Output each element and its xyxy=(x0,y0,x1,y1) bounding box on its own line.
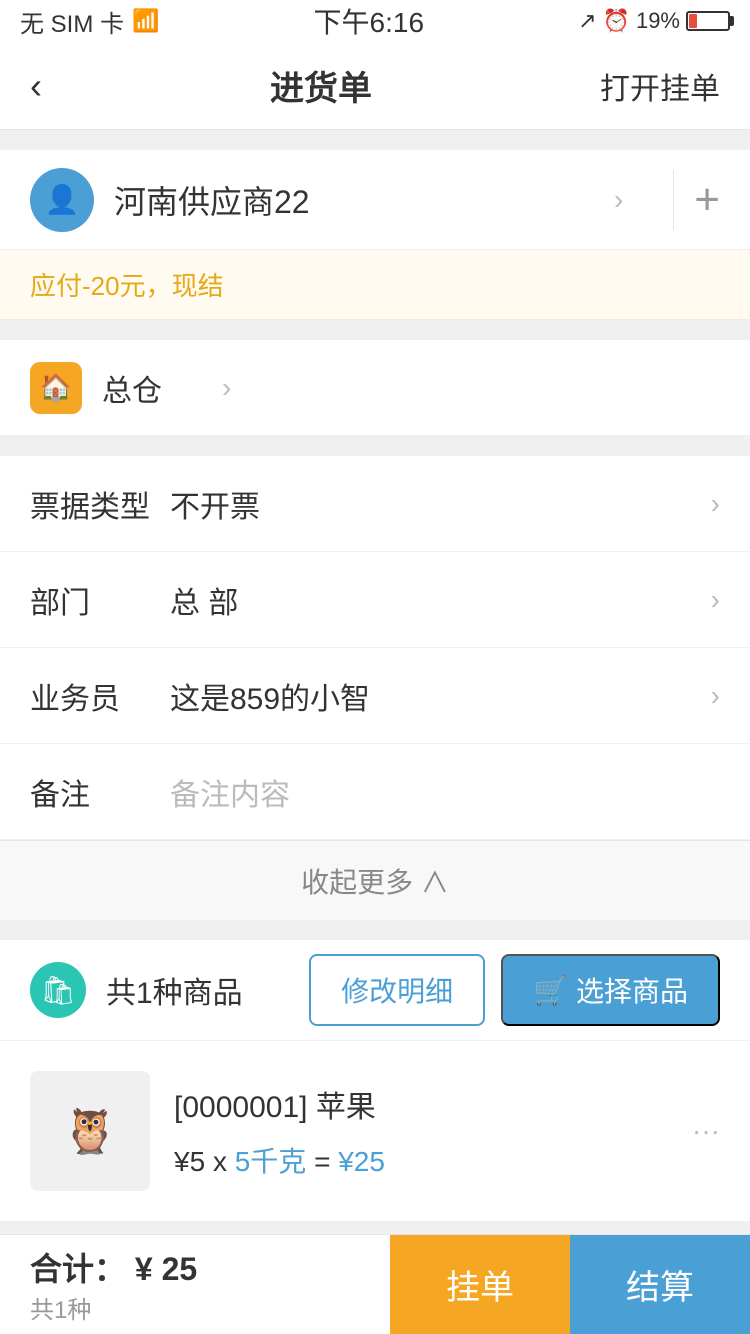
divider xyxy=(673,170,674,230)
location-icon: ↗ xyxy=(578,8,596,34)
battery-percent: 19% xyxy=(636,8,680,34)
price-separator: x xyxy=(213,1146,235,1177)
back-button[interactable]: ‹ xyxy=(30,65,42,107)
bottom-bar: 合计： ¥ 25 共1种 挂单 结算 xyxy=(0,1234,750,1334)
salesman-value: 这是859的小智 xyxy=(150,674,711,718)
section-gap-3 xyxy=(0,436,750,456)
total-label: 合计： xyxy=(30,1251,126,1287)
status-bar: 无 SIM 卡 📶 下午6:16 ↗ ⏰ 19% xyxy=(0,0,750,42)
supplier-row[interactable]: 👤 河南供应商22 › + xyxy=(0,150,750,250)
invoice-chevron-icon: › xyxy=(711,488,720,520)
products-icon: 🛍 xyxy=(30,962,86,1018)
dept-value: 总 部 xyxy=(150,578,711,622)
status-left: 无 SIM 卡 📶 xyxy=(20,4,159,39)
warehouse-icon: 🏠 xyxy=(30,362,82,414)
product-thumb-logo: 🦉 xyxy=(63,1105,118,1157)
product-total: ¥25 xyxy=(338,1146,385,1177)
warehouse-label: 总仓 xyxy=(102,366,222,410)
product-title: 苹果 xyxy=(316,1091,376,1124)
bag-icon: 🛍 xyxy=(40,974,76,1007)
remark-input[interactable]: 备注内容 xyxy=(150,770,720,814)
battery-icon xyxy=(686,11,730,31)
status-right: ↗ ⏰ 19% xyxy=(578,8,730,34)
product-qty: 5千克 xyxy=(235,1146,307,1177)
carrier-text: 无 SIM 卡 xyxy=(20,4,124,39)
status-time: 下午6:16 xyxy=(314,1,425,41)
salesman-row[interactable]: 业务员 这是859的小智 › xyxy=(0,648,750,744)
product-thumbnail: 🦉 xyxy=(30,1071,150,1191)
suspend-button[interactable]: 挂单 xyxy=(390,1235,570,1334)
open-suspend-button[interactable]: 打开挂单 xyxy=(600,64,720,108)
supplier-name: 河南供应商22 xyxy=(114,177,614,223)
edit-detail-button[interactable]: 修改明细 xyxy=(309,954,485,1026)
price-equals: = xyxy=(314,1146,338,1177)
checkout-button[interactable]: 结算 xyxy=(570,1235,750,1334)
unit-price: ¥5 xyxy=(174,1146,205,1177)
invoice-row[interactable]: 票据类型 不开票 › xyxy=(0,456,750,552)
product-more-button[interactable]: ··· xyxy=(692,1115,720,1147)
invoice-value: 不开票 xyxy=(150,482,711,526)
product-item[interactable]: 🦉 [0000001] 苹果 ¥5 x 5千克 = ¥25 ··· xyxy=(0,1040,750,1221)
product-info: [0000001] 苹果 ¥5 x 5千克 = ¥25 xyxy=(174,1082,668,1180)
page-title: 进货单 xyxy=(270,61,372,110)
supplier-avatar: 👤 xyxy=(30,168,94,232)
add-supplier-button[interactable]: + xyxy=(694,175,720,225)
total-section: 合计： ¥ 25 共1种 xyxy=(0,1235,390,1334)
products-count: 共1种商品 xyxy=(106,968,309,1012)
alarm-icon: ⏰ xyxy=(603,8,630,34)
product-name: [0000001] 苹果 xyxy=(174,1082,668,1126)
wifi-icon: 📶 xyxy=(132,8,159,34)
collapse-label: 收起更多 ∧ xyxy=(301,861,449,901)
supplier-section: 👤 河南供应商22 › + 应付-20元，现结 xyxy=(0,150,750,320)
invoice-label: 票据类型 xyxy=(30,482,150,526)
remark-row[interactable]: 备注 备注内容 xyxy=(0,744,750,840)
cart-icon: 🛒 xyxy=(533,974,568,1007)
nav-bar: ‹ 进货单 打开挂单 xyxy=(0,42,750,130)
warehouse-chevron-icon: › xyxy=(222,372,231,404)
remark-label: 备注 xyxy=(30,770,150,814)
dept-chevron-icon: › xyxy=(711,584,720,616)
dept-label: 部门 xyxy=(30,578,150,622)
section-gap-2 xyxy=(0,320,750,340)
notice-bar: 应付-20元，现结 xyxy=(0,250,750,320)
product-code: [0000001] xyxy=(174,1091,307,1124)
select-product-label: 选择商品 xyxy=(576,970,688,1010)
total-amount: 合计： ¥ 25 xyxy=(30,1244,360,1290)
select-product-button[interactable]: 🛒 选择商品 xyxy=(501,954,720,1026)
total-value: ¥ 25 xyxy=(135,1251,197,1287)
collapse-button[interactable]: 收起更多 ∧ xyxy=(0,840,750,920)
supplier-avatar-icon: 👤 xyxy=(45,183,80,216)
product-price: ¥5 x 5千克 = ¥25 xyxy=(174,1140,668,1180)
supplier-chevron-icon: › xyxy=(614,184,623,216)
warehouse-row[interactable]: 🏠 总仓 › xyxy=(0,340,750,436)
total-count: 共1种 xyxy=(30,1290,360,1325)
salesman-label: 业务员 xyxy=(30,674,150,718)
dept-row[interactable]: 部门 总 部 › xyxy=(0,552,750,648)
salesman-chevron-icon: › xyxy=(711,680,720,712)
products-header: 🛍 共1种商品 修改明细 🛒 选择商品 xyxy=(0,940,750,1040)
section-gap-1 xyxy=(0,130,750,150)
battery-fill xyxy=(689,14,697,28)
